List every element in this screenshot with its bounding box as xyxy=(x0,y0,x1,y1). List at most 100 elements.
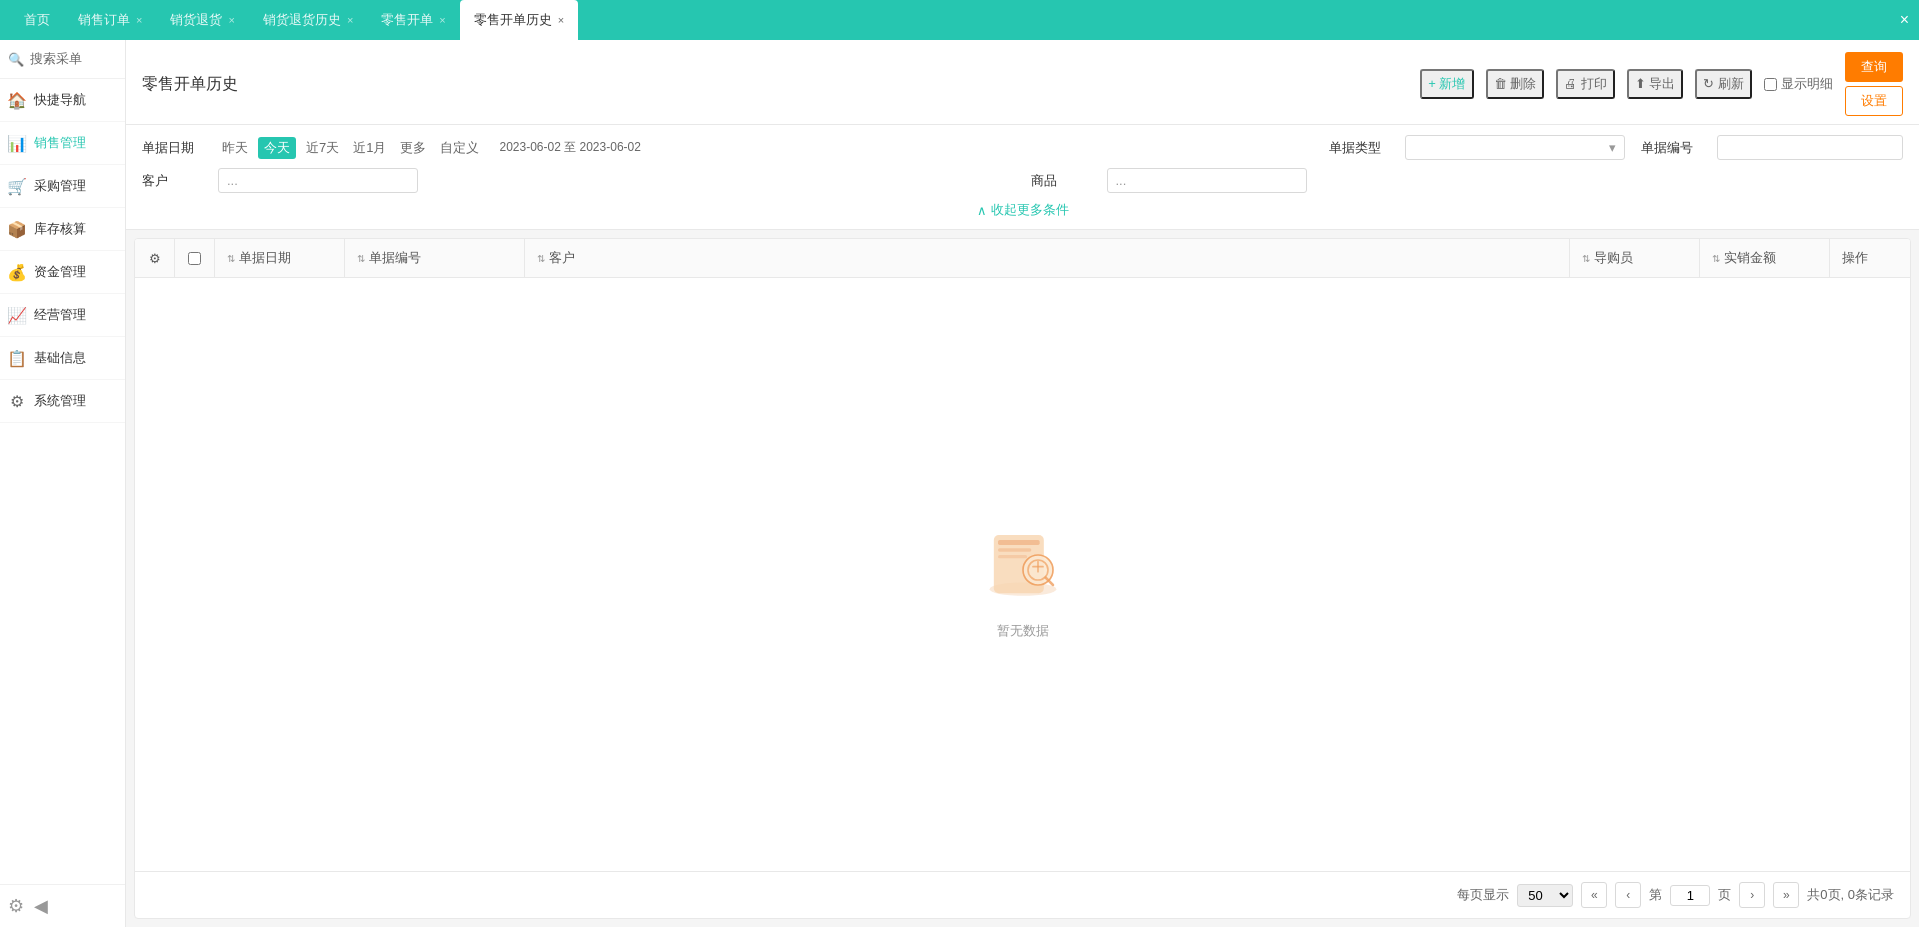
sort-icon-num[interactable]: ⇅ xyxy=(357,253,365,264)
sidebar-toggle-icon[interactable]: ◀ xyxy=(34,895,48,917)
next-page-button[interactable]: › xyxy=(1739,882,1765,908)
date-options: 昨天今天近7天近1月更多自定义 xyxy=(218,137,483,159)
date-option-更多[interactable]: 更多 xyxy=(396,137,430,159)
page-header: 零售开单历史 + 新增 🗑 删除 🖨 打印 ⬆ 导出 ↻ 刷新 显示明细 查询 … xyxy=(126,40,1919,125)
tab-close-icon[interactable]: × xyxy=(439,14,445,26)
tab-close-icon[interactable]: × xyxy=(228,14,234,26)
tab-close-icon[interactable]: × xyxy=(347,14,353,26)
collapse-label: 收起更多条件 xyxy=(991,201,1069,219)
show-detail-checkbox[interactable] xyxy=(1764,78,1777,91)
sidebar-icon-3: 📦 xyxy=(8,220,26,238)
sidebar-icon-6: 📋 xyxy=(8,349,26,367)
nav-tab-首页[interactable]: 首页 xyxy=(10,0,64,40)
date-option-昨天[interactable]: 昨天 xyxy=(218,137,252,159)
doc-type-label: 单据类型 xyxy=(1329,139,1389,157)
settings-button[interactable]: 设置 xyxy=(1845,86,1903,116)
tab-label: 零售开单历史 xyxy=(474,11,552,29)
th-num: ⇅ 单据编号 xyxy=(345,239,525,277)
sidebar-item-0[interactable]: 🏠 快捷导航 xyxy=(0,79,125,122)
sidebar-bottom: ⚙ ◀ xyxy=(0,884,125,927)
sort-icon-date[interactable]: ⇅ xyxy=(227,253,235,264)
th-guide-label: 导购员 xyxy=(1594,249,1633,267)
date-range: 2023-06-02 至 2023-06-02 xyxy=(499,139,640,156)
page-number-input[interactable]: 1 xyxy=(1670,885,1710,906)
sidebar-item-3[interactable]: 📦 库存核算 xyxy=(0,208,125,251)
page-size-label: 每页显示 xyxy=(1457,886,1509,904)
date-label: 单据日期 xyxy=(142,139,202,157)
doc-num-label: 单据编号 xyxy=(1641,139,1701,157)
nav-tab-销货退货[interactable]: 销货退货× xyxy=(156,0,248,40)
add-button[interactable]: + 新增 xyxy=(1420,69,1473,99)
sidebar-item-label-5: 经营管理 xyxy=(34,306,86,324)
product-select[interactable]: ... xyxy=(1107,168,1307,193)
prev-page-button[interactable]: ‹ xyxy=(1615,882,1641,908)
th-amount: ⇅ 实销金额 xyxy=(1700,239,1830,277)
sidebar-item-label-6: 基础信息 xyxy=(34,349,86,367)
delete-button[interactable]: 🗑 删除 xyxy=(1486,69,1545,99)
sidebar-icon-4: 💰 xyxy=(8,263,26,281)
sidebar-item-5[interactable]: 📈 经营管理 xyxy=(0,294,125,337)
table-settings-icon[interactable]: ⚙ xyxy=(149,251,161,266)
refresh-button[interactable]: ↻ 刷新 xyxy=(1695,69,1752,99)
svg-rect-2 xyxy=(998,540,1040,545)
client-select[interactable]: ... xyxy=(218,168,418,193)
sidebar-item-6[interactable]: 📋 基础信息 xyxy=(0,337,125,380)
first-page-button[interactable]: « xyxy=(1581,882,1607,908)
filter-row-2: 客户 ... 商品 ... xyxy=(142,168,1903,193)
th-action-label: 操作 xyxy=(1842,249,1868,267)
select-all-checkbox[interactable] xyxy=(188,252,201,265)
th-checkbox[interactable] xyxy=(175,239,215,277)
tab-label: 零售开单 xyxy=(381,11,433,29)
sort-icon-customer[interactable]: ⇅ xyxy=(537,253,545,264)
tab-label: 首页 xyxy=(24,11,50,29)
sidebar-item-4[interactable]: 💰 资金管理 xyxy=(0,251,125,294)
sort-icon-guide[interactable]: ⇅ xyxy=(1582,253,1590,264)
doc-type-select[interactable]: ▾ xyxy=(1405,135,1625,160)
sidebar-item-1[interactable]: 📊 销售管理 xyxy=(0,122,125,165)
svg-rect-4 xyxy=(998,555,1027,558)
th-amount-label: 实销金额 xyxy=(1724,249,1776,267)
doc-num-input[interactable] xyxy=(1717,135,1903,160)
th-customer: ⇅ 客户 xyxy=(525,239,1570,277)
date-option-近1月[interactable]: 近1月 xyxy=(349,137,390,159)
collapse-button[interactable]: ∧ 收起更多条件 xyxy=(142,201,1903,219)
page-title: 零售开单历史 xyxy=(142,74,238,95)
th-action: 操作 xyxy=(1830,239,1910,277)
sidebar-icon-5: 📈 xyxy=(8,306,26,324)
sidebar-item-label-2: 采购管理 xyxy=(34,177,86,195)
last-page-button[interactable]: » xyxy=(1773,882,1799,908)
empty-illustration xyxy=(973,510,1073,610)
export-button[interactable]: ⬆ 导出 xyxy=(1627,69,1684,99)
query-button[interactable]: 查询 xyxy=(1845,52,1903,82)
table-area: ⚙ ⇅ 单据日期 ⇅ 单据编号 ⇅ 客户 ⇅ xyxy=(134,238,1911,919)
date-option-自定义[interactable]: 自定义 xyxy=(436,137,483,159)
nav-tab-零售开单[interactable]: 零售开单 × xyxy=(367,0,459,40)
svg-rect-3 xyxy=(998,548,1031,551)
client-dots: ... xyxy=(227,173,238,188)
sidebar-icon-2: 🛒 xyxy=(8,177,26,195)
sidebar-items: 🏠 快捷导航 📊 销售管理 🛒 采购管理 📦 库存核算 💰 资金管理 📈 经营管… xyxy=(0,79,125,423)
tab-close-icon[interactable]: × xyxy=(558,14,564,26)
date-option-近7天[interactable]: 近7天 xyxy=(302,137,343,159)
sidebar-item-2[interactable]: 🛒 采购管理 xyxy=(0,165,125,208)
sidebar-icon-7: ⚙ xyxy=(8,392,26,410)
th-settings[interactable]: ⚙ xyxy=(135,239,175,277)
product-dots: ... xyxy=(1116,173,1127,188)
th-guide: ⇅ 导购员 xyxy=(1570,239,1700,277)
show-detail-check[interactable]: 显示明细 xyxy=(1764,75,1833,93)
close-window-icon[interactable]: × xyxy=(1900,11,1909,29)
sort-icon-amount[interactable]: ⇅ xyxy=(1712,253,1720,264)
date-option-今天[interactable]: 今天 xyxy=(258,137,296,159)
print-button[interactable]: 🖨 打印 xyxy=(1556,69,1615,99)
settings-gear-icon[interactable]: ⚙ xyxy=(8,895,24,917)
tab-close-icon[interactable]: × xyxy=(136,14,142,26)
sidebar-search[interactable]: 🔍 搜索采单 xyxy=(0,40,125,79)
search-icon: 🔍 xyxy=(8,52,24,67)
empty-state: 暂无数据 xyxy=(135,278,1910,871)
page-size-select[interactable]: 50 100 200 xyxy=(1517,884,1573,907)
nav-tab-销货退货历史[interactable]: 销货退货历史× xyxy=(249,0,367,40)
nav-tab-销售订单[interactable]: 销售订单× xyxy=(64,0,156,40)
nav-tab-零售开单历史[interactable]: 零售开单历史 × xyxy=(460,0,578,40)
sidebar-icon-1: 📊 xyxy=(8,134,26,152)
sidebar-item-7[interactable]: ⚙ 系统管理 xyxy=(0,380,125,423)
